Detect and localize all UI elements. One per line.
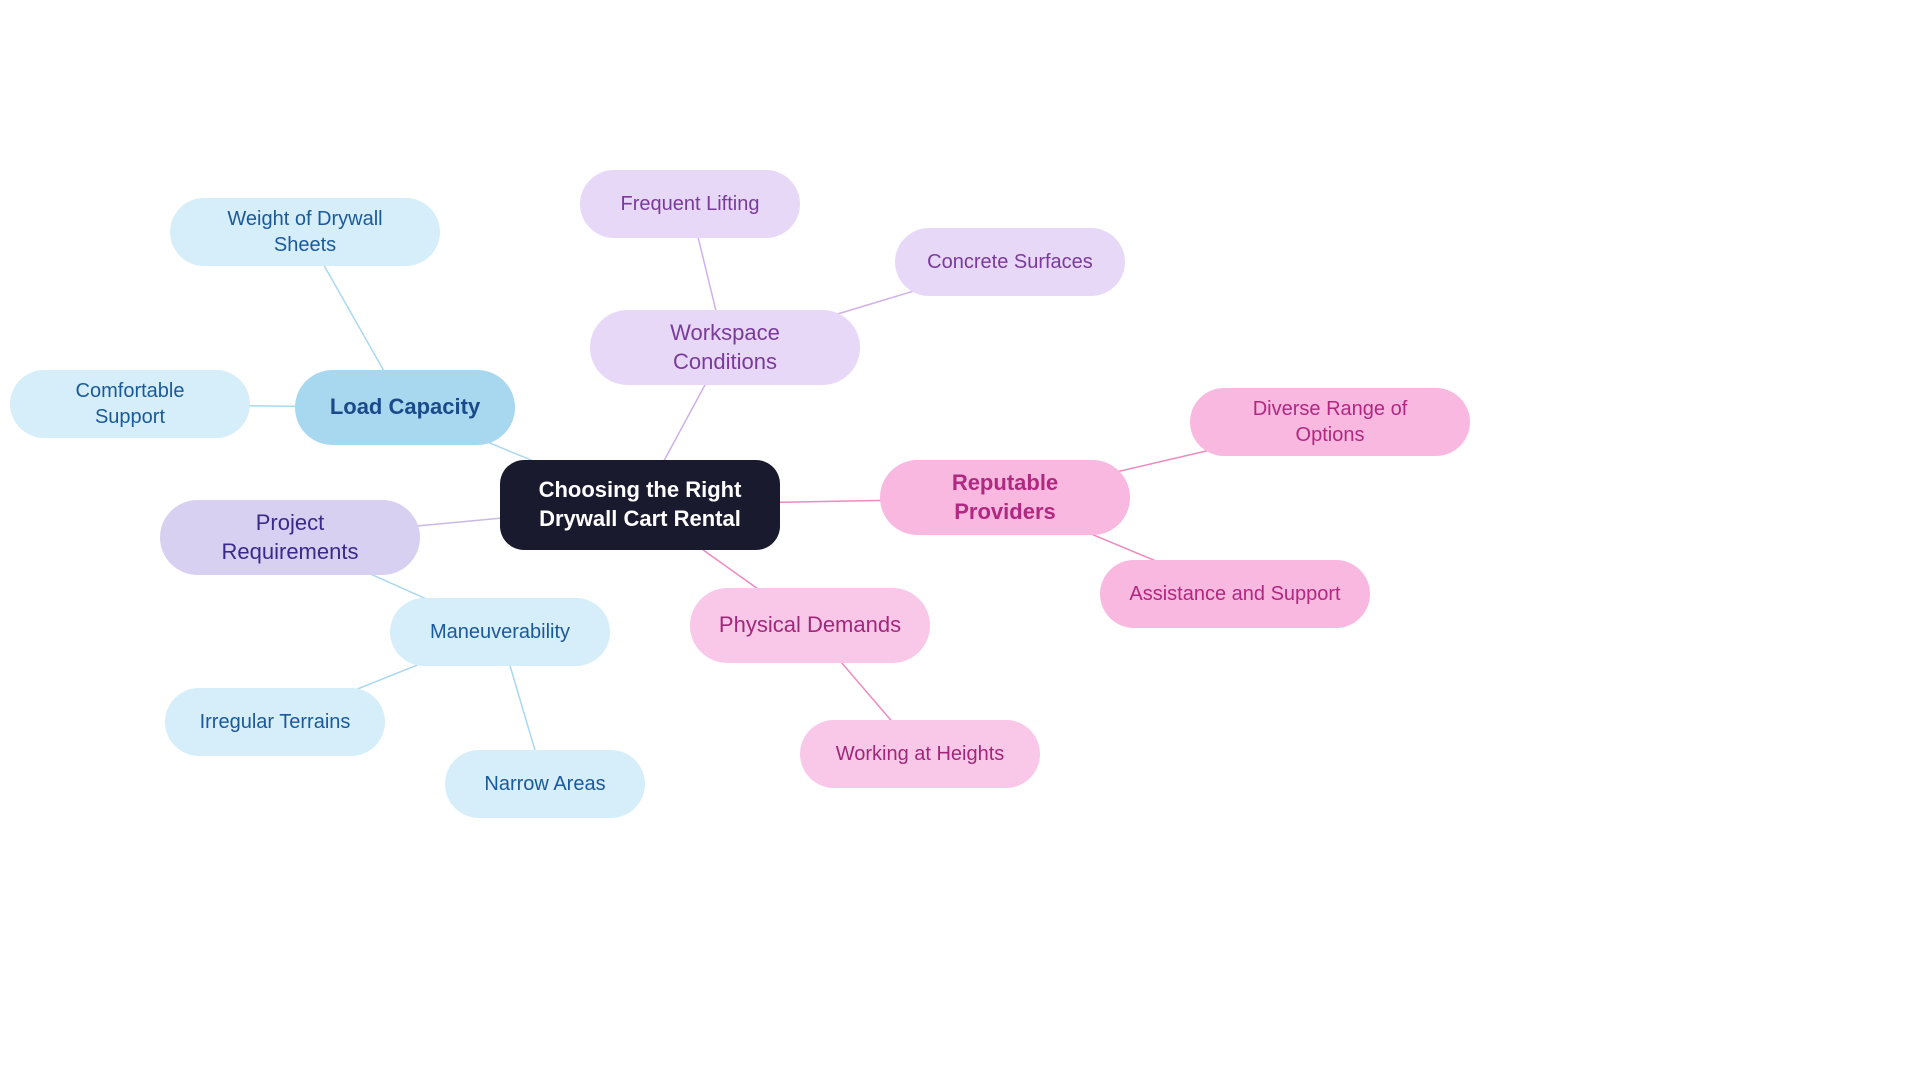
reputable-providers-node: Reputable Providers [880,460,1130,535]
working-at-heights-node: Working at Heights [800,720,1040,788]
diverse-range-node: Diverse Range of Options [1190,388,1470,456]
workspace-conditions-node: Workspace Conditions [590,310,860,385]
physical-demands-node: Physical Demands [690,588,930,663]
center-node: Choosing the Right Drywall Cart Rental [500,460,780,550]
comfortable-support-node: Comfortable Support [10,370,250,438]
project-requirements-node: Project Requirements [160,500,420,575]
concrete-surfaces-node: Concrete Surfaces [895,228,1125,296]
narrow-areas-node: Narrow Areas [445,750,645,818]
load-capacity-node: Load Capacity [295,370,515,445]
frequent-lifting-node: Frequent Lifting [580,170,800,238]
weight-node: Weight of Drywall Sheets [170,198,440,266]
assistance-support-node: Assistance and Support [1100,560,1370,628]
maneuverability-node: Maneuverability [390,598,610,666]
irregular-terrains-node: Irregular Terrains [165,688,385,756]
